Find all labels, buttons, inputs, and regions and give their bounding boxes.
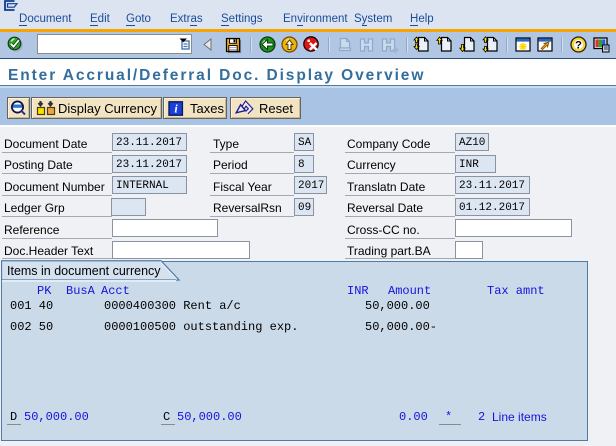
svg-text:?: ? bbox=[575, 39, 582, 51]
